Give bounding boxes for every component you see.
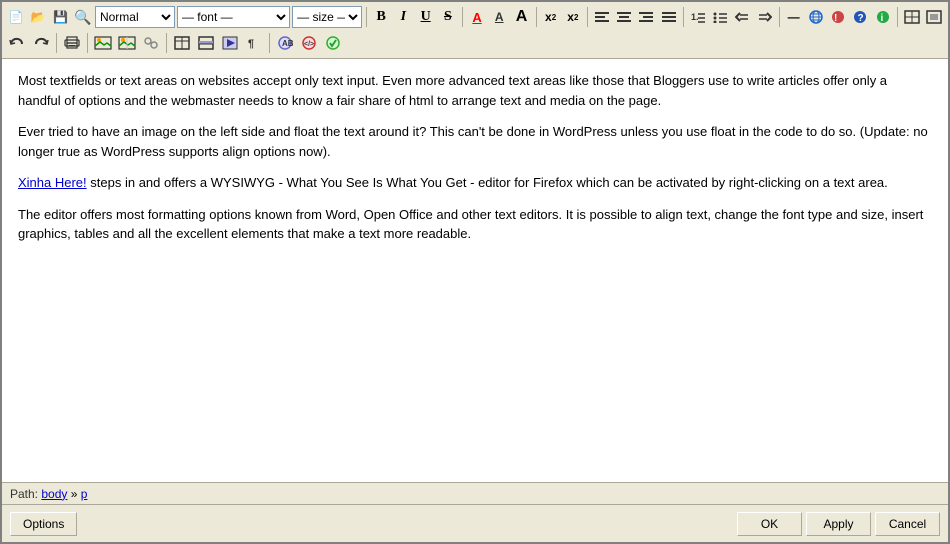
separator-2: [462, 7, 463, 27]
path-p-link[interactable]: p: [81, 487, 88, 501]
image-button[interactable]: !: [828, 6, 848, 28]
bottom-right-buttons: OK Apply Cancel: [737, 512, 940, 536]
separator-3: [536, 7, 537, 27]
hr-button[interactable]: —: [784, 6, 804, 28]
toggle-editor-button[interactable]: [322, 32, 344, 54]
align-left-button[interactable]: [592, 6, 612, 28]
svg-text:</>: </>: [304, 41, 314, 48]
table-button[interactable]: [902, 6, 922, 28]
editor-area[interactable]: Most textfields or text areas on website…: [2, 59, 948, 482]
separator-1: [366, 7, 367, 27]
text-format-button[interactable]: ¶: [243, 32, 265, 54]
ordered-list-button[interactable]: 1.: [688, 6, 708, 28]
redo-button[interactable]: [30, 32, 52, 54]
paragraph-3-text: steps in and offers a WYSIWYG - What You…: [90, 175, 887, 190]
paragraph-3: Xinha Here! steps in and offers a WYSIWY…: [18, 173, 932, 193]
svg-text:!: !: [834, 13, 837, 24]
separator-11: [269, 33, 270, 53]
svg-text:?: ?: [858, 13, 864, 24]
align-right-button[interactable]: [636, 6, 656, 28]
frame-button[interactable]: [924, 6, 944, 28]
undo-button[interactable]: [6, 32, 28, 54]
path-separator-1: »: [67, 487, 80, 501]
circle-blue-button[interactable]: ?: [850, 6, 870, 28]
zoom-button[interactable]: 🔍: [73, 6, 93, 28]
svg-text:ABC: ABC: [282, 39, 293, 48]
table-ops-button[interactable]: [171, 32, 193, 54]
separator-7: [897, 7, 898, 27]
font-color-button[interactable]: A: [467, 6, 487, 28]
svg-text:i: i: [880, 13, 883, 24]
separator-5: [683, 7, 684, 27]
status-bar: Path: body » p: [2, 482, 948, 504]
xinha-link[interactable]: Xinha Here!: [18, 175, 87, 190]
new-button[interactable]: 📄: [6, 6, 26, 28]
cancel-button[interactable]: Cancel: [875, 512, 940, 536]
separator-6: [779, 7, 780, 27]
subscript-button[interactable]: x2: [563, 6, 583, 28]
paragraph-1: Most textfields or text areas on website…: [18, 71, 932, 110]
separator-8: [56, 33, 57, 53]
bottom-bar: Options OK Apply Cancel: [2, 504, 948, 542]
separator-10: [166, 33, 167, 53]
toolbar-row-2: ¶ ABC </>: [6, 30, 944, 56]
font-select[interactable]: — font — Arial Times New Roman Courier N…: [177, 6, 290, 28]
paragraph-4: The editor offers most formatting option…: [18, 205, 932, 244]
path-body-link[interactable]: body: [41, 487, 67, 501]
apply-button[interactable]: Apply: [806, 512, 871, 536]
separator-4: [587, 7, 588, 27]
edit-link-button[interactable]: [140, 32, 162, 54]
italic-button[interactable]: I: [393, 6, 413, 28]
unordered-list-button[interactable]: [710, 6, 730, 28]
paragraph-2: Ever tried to have an image on the left …: [18, 122, 932, 161]
svg-text:¶: ¶: [248, 38, 254, 50]
media-button[interactable]: [219, 32, 241, 54]
superscript-button[interactable]: x2: [541, 6, 561, 28]
bold-button[interactable]: B: [371, 6, 391, 28]
strikethrough-button[interactable]: S: [438, 6, 458, 28]
highlight-color-button[interactable]: A: [489, 6, 509, 28]
save-button[interactable]: 💾: [50, 6, 70, 28]
path-label: Path:: [10, 487, 38, 501]
ok-button[interactable]: OK: [737, 512, 802, 536]
circle-green-button[interactable]: i: [873, 6, 893, 28]
spell-check-button[interactable]: ABC: [274, 32, 296, 54]
style-select[interactable]: Normal Heading 1 Heading 2 Heading 3: [95, 6, 175, 28]
insert-image-button[interactable]: [92, 32, 114, 54]
options-button[interactable]: Options: [10, 512, 77, 536]
source-button[interactable]: </>: [298, 32, 320, 54]
indent-decrease-button[interactable]: [732, 6, 752, 28]
svg-text:1.: 1.: [691, 12, 699, 22]
table-row-button[interactable]: [195, 32, 217, 54]
link-button[interactable]: [806, 6, 826, 28]
font-size-a-button[interactable]: A: [511, 6, 531, 28]
open-button[interactable]: 📂: [28, 6, 48, 28]
toolbar: 📄 📂 💾 🔍 Normal Heading 1 Heading 2 Headi…: [2, 2, 948, 59]
link-button-2[interactable]: [116, 32, 138, 54]
separator-9: [87, 33, 88, 53]
indent-increase-button[interactable]: [754, 6, 774, 28]
underline-button[interactable]: U: [416, 6, 436, 28]
bottom-left-buttons: Options: [10, 512, 77, 536]
size-select[interactable]: — size — 8 10 12 14 16: [292, 6, 362, 28]
align-justify-button[interactable]: [659, 6, 679, 28]
toolbar-row-1: 📄 📂 💾 🔍 Normal Heading 1 Heading 2 Headi…: [6, 4, 944, 30]
align-center-button[interactable]: [614, 6, 634, 28]
print-button[interactable]: [61, 32, 83, 54]
